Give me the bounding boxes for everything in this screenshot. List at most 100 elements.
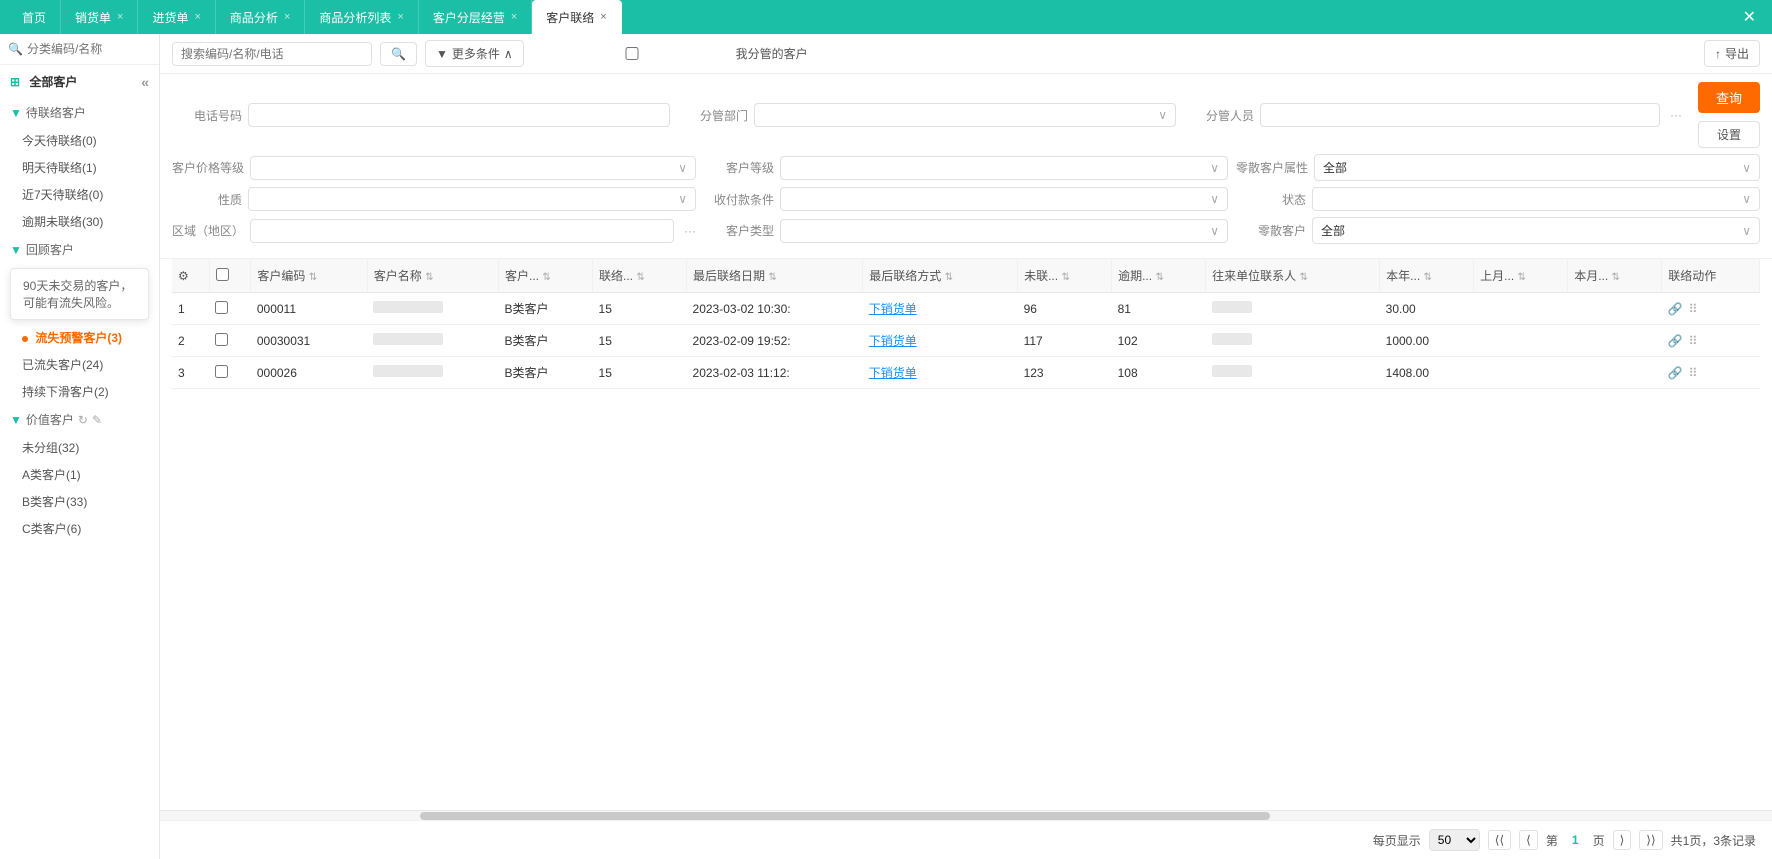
retail-attr-select[interactable]: 全部 ∨ [1314, 154, 1760, 181]
col-type[interactable]: 客户... ⇅ [499, 259, 593, 293]
export-icon: ↑ [1715, 47, 1721, 61]
my-customers-checkbox-label[interactable]: 我分管的客户 [532, 45, 808, 62]
last-page-btn[interactable]: ⟩⟩ [1639, 830, 1662, 850]
sidebar-item-overdue[interactable]: 逾期未联络(30) [0, 208, 159, 235]
sidebar-item-lost[interactable]: 已流失客户(24) [0, 351, 159, 378]
search-input[interactable] [172, 42, 372, 66]
sidebar-item-loss-warning[interactable]: 流失预警客户(3) [0, 324, 159, 351]
edit-icon[interactable]: ✎ [92, 413, 102, 427]
search-icon-btn[interactable]: 🔍 [380, 42, 417, 66]
col-last-month[interactable]: 上月... ⇅ [1474, 259, 1568, 293]
sort-type-icon: ⇅ [542, 272, 550, 283]
tab-customer-link[interactable]: 客户联络 × [532, 0, 621, 34]
cell-last-type[interactable]: 下销货单 [863, 325, 1018, 357]
row-checkbox[interactable] [215, 301, 228, 314]
customer-tier-select[interactable]: ∨ [250, 156, 696, 180]
dept-select[interactable]: ∨ [754, 103, 1176, 127]
select-all-checkbox[interactable] [216, 268, 229, 281]
tab-customer-tier[interactable]: 客户分层经营 × [419, 0, 532, 34]
status-select[interactable]: ∨ [1312, 187, 1760, 211]
action-menu-icon[interactable]: ⠿ [1689, 302, 1698, 316]
cell-checkbox[interactable] [209, 325, 251, 357]
tab-close-purchase[interactable]: × [194, 11, 200, 23]
action-menu-icon[interactable]: ⠿ [1689, 366, 1698, 380]
col-last-type[interactable]: 最后联络方式 ⇅ [863, 259, 1018, 293]
top-tab-bar: 首页 销货单 × 进货单 × 商品分析 × 商品分析列表 × 客户分层经营 × … [0, 0, 1772, 34]
sort-name-icon: ⇅ [425, 272, 433, 283]
main-layout: 🔍 ⊞ 全部客户 « ▼ 待联络客户 今天待联络(0) 明天待联络(1) 近7天… [0, 34, 1772, 859]
tab-analysis-list[interactable]: 商品分析列表 × [305, 0, 418, 34]
settings-button[interactable]: 设置 [1698, 121, 1760, 148]
customer-level-field: 客户等级 ∨ [704, 156, 1228, 180]
more-conditions-btn[interactable]: ▼ 更多条件 ∧ [425, 40, 524, 67]
cell-checkbox[interactable] [209, 293, 251, 325]
first-page-btn[interactable]: ⟨⟨ [1488, 830, 1511, 850]
row-checkbox[interactable] [215, 365, 228, 378]
col-not-contact[interactable]: 未联... ⇅ [1018, 259, 1112, 293]
cell-last-type[interactable]: 下销货单 [863, 293, 1018, 325]
horizontal-scrollbar[interactable] [160, 810, 1772, 820]
customer-level-select[interactable]: ∨ [780, 156, 1228, 180]
tab-close-sales[interactable]: × [117, 11, 123, 23]
collapse-icon[interactable]: « [141, 74, 149, 90]
refresh-icon[interactable]: ↻ [78, 413, 88, 427]
action-link-icon[interactable]: 🔗 [1668, 366, 1683, 380]
col-this-year[interactable]: 本年... ⇅ [1380, 259, 1474, 293]
cell-last-type[interactable]: 下销货单 [863, 357, 1018, 389]
export-button[interactable]: ↑ 导出 [1704, 40, 1760, 67]
col-unit[interactable]: 往来单位联系人 ⇅ [1206, 259, 1380, 293]
my-customers-checkbox[interactable] [532, 47, 732, 60]
col-overdue[interactable]: 逾期... ⇅ [1112, 259, 1206, 293]
tab-sales[interactable]: 销货单 × [61, 0, 138, 34]
retail-select[interactable]: 全部 ∨ [1312, 217, 1760, 244]
tab-close-customer-tier[interactable]: × [511, 11, 517, 23]
window-close-button[interactable]: ✕ [1735, 7, 1764, 27]
sidebar-lost-group[interactable]: ▼ 回顾客户 [0, 235, 159, 264]
region-input[interactable] [250, 219, 674, 243]
cell-this-month [1568, 357, 1662, 389]
sidebar-item-a-class[interactable]: A类客户(1) [0, 461, 159, 488]
action-link-icon[interactable]: 🔗 [1668, 334, 1683, 348]
sidebar-item-ungroup[interactable]: 未分组(32) [0, 434, 159, 461]
col-code[interactable]: 客户编码 ⇅ [251, 259, 367, 293]
person-more-icon[interactable]: ··· [1670, 108, 1682, 122]
per-page-select[interactable]: 50 100 200 [1429, 829, 1480, 851]
phone-input[interactable] [248, 103, 670, 127]
payment-select[interactable]: ∨ [780, 187, 1228, 211]
sidebar-item-today[interactable]: 今天待联络(0) [0, 127, 159, 154]
cell-checkbox[interactable] [209, 357, 251, 389]
col-contact[interactable]: 联络... ⇅ [593, 259, 687, 293]
sidebar-item-tomorrow[interactable]: 明天待联络(1) [0, 154, 159, 181]
tab-close-analysis-list[interactable]: × [397, 11, 403, 23]
sidebar-item-7days[interactable]: 近7天待联络(0) [0, 181, 159, 208]
tab-analysis[interactable]: 商品分析 × [216, 0, 305, 34]
sidebar-search-input[interactable] [27, 42, 151, 56]
cell-action: 🔗 ⠿ [1662, 357, 1760, 389]
row-checkbox[interactable] [215, 333, 228, 346]
tab-close-analysis[interactable]: × [284, 11, 290, 23]
prev-page-btn[interactable]: ⟨ [1519, 830, 1538, 850]
sidebar-item-c-class[interactable]: C类客户(6) [0, 515, 159, 542]
action-link-icon[interactable]: 🔗 [1668, 302, 1683, 316]
sidebar-all-customers[interactable]: ⊞ 全部客户 « [0, 65, 159, 98]
scrollbar-thumb[interactable] [420, 812, 1270, 820]
col-this-month[interactable]: 本月... ⇅ [1568, 259, 1662, 293]
query-button[interactable]: 查询 [1698, 82, 1760, 113]
col-last-date[interactable]: 最后联络日期 ⇅ [687, 259, 863, 293]
sidebar-pending-group[interactable]: ▼ 待联络客户 [0, 98, 159, 127]
customer-type-select[interactable]: ∨ [780, 219, 1228, 243]
col-settings[interactable]: ⚙ [172, 259, 209, 293]
next-page-btn[interactable]: ⟩ [1613, 830, 1632, 850]
tab-home[interactable]: 首页 [8, 0, 61, 34]
sidebar-item-declining[interactable]: 持续下滑客户(2) [0, 378, 159, 405]
tab-purchase[interactable]: 进货单 × [138, 0, 215, 34]
col-name[interactable]: 客户名称 ⇅ [367, 259, 498, 293]
sidebar-value-group[interactable]: ▼ 价值客户 ↻ ✎ [0, 405, 159, 434]
action-menu-icon[interactable]: ⠿ [1689, 334, 1698, 348]
person-input[interactable] [1260, 103, 1660, 127]
sidebar-item-b-class[interactable]: B类客户(33) [0, 488, 159, 515]
region-more-icon[interactable]: ··· [684, 224, 696, 238]
nature-select[interactable]: ∨ [248, 187, 696, 211]
tab-close-customer-link[interactable]: × [600, 11, 606, 23]
cell-contact: 15 [593, 293, 687, 325]
